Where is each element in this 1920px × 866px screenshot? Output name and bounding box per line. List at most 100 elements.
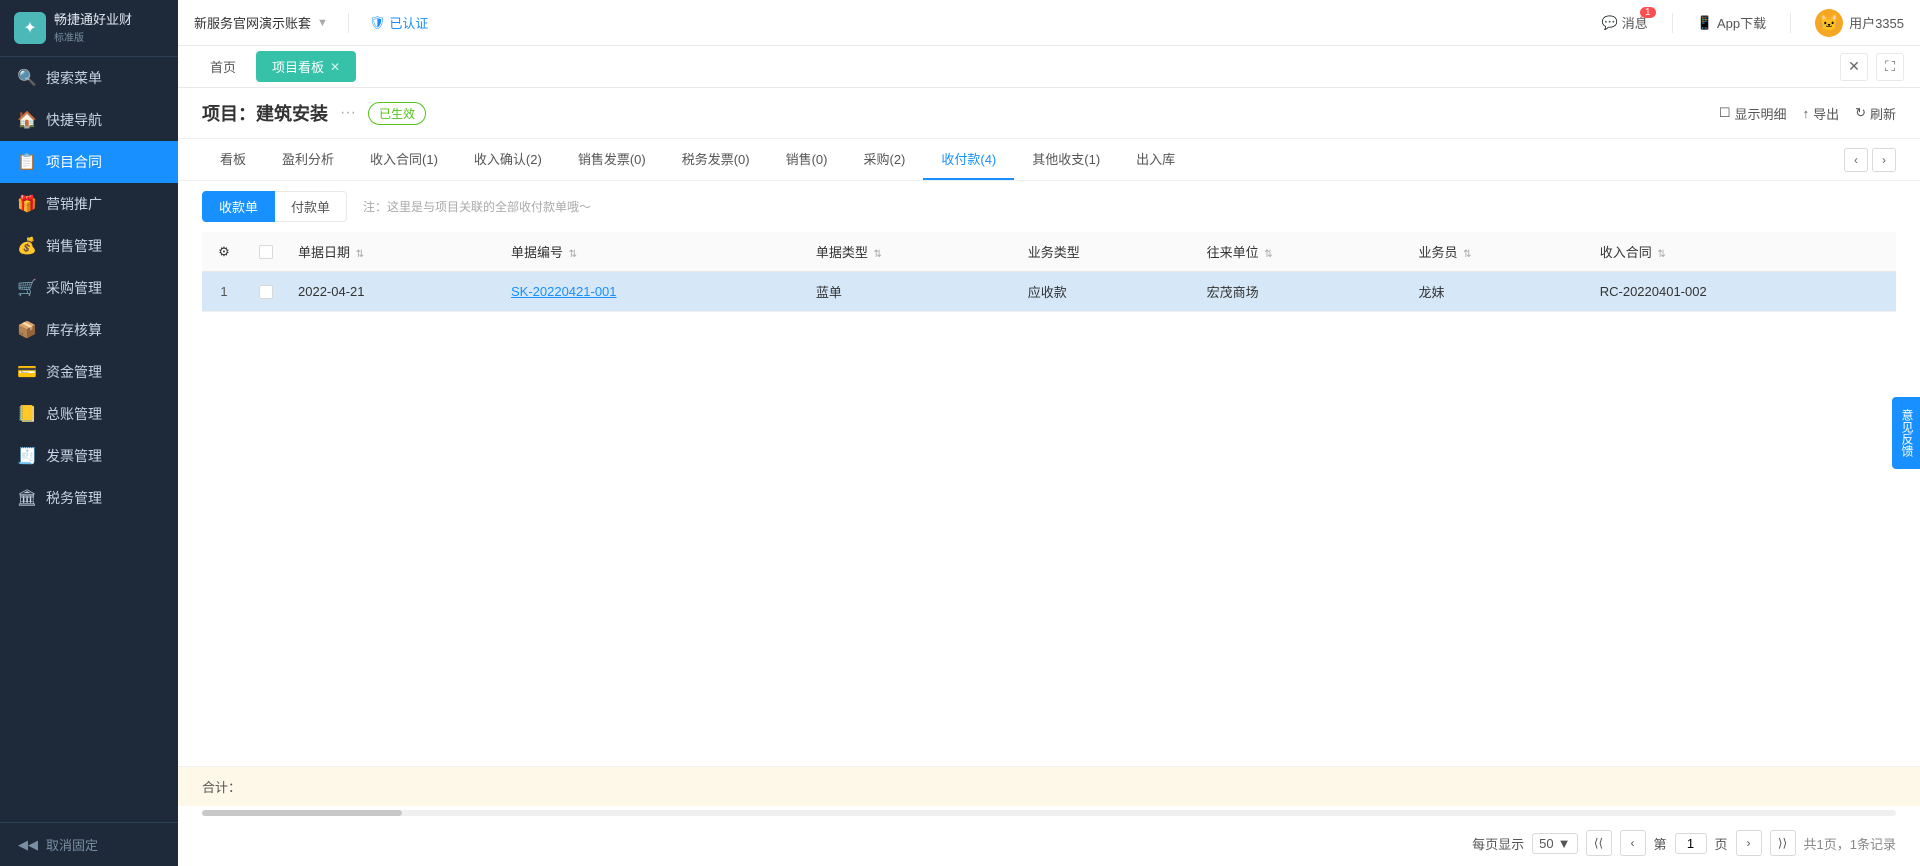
app-logo-icon: ✦: [14, 12, 46, 44]
row-salesman: 龙妹: [1406, 272, 1587, 312]
tab-project-board[interactable]: 项目看板 ✕: [256, 51, 356, 82]
col-company[interactable]: 往来单位 ⇅: [1195, 232, 1407, 272]
tabbar: 首页 项目看板 ✕ ✕ ⛶: [178, 46, 1920, 88]
col-salesman[interactable]: 业务员 ⇅: [1406, 232, 1587, 272]
sidebar-item-sales[interactable]: 💰 销售管理: [0, 225, 178, 267]
account-dropdown-arrow: ▼: [317, 17, 328, 29]
sidebar-footer-unpin[interactable]: ◀◀ 取消固定: [0, 822, 178, 866]
subtab-income-confirm[interactable]: 收入确认(2): [456, 139, 560, 180]
tax-icon: 🏛: [18, 489, 36, 507]
page-first-button[interactable]: ⟨⟨: [1586, 830, 1612, 856]
user-menu[interactable]: 🐱 用户3355: [1815, 9, 1904, 37]
tab-home[interactable]: 首页: [194, 51, 252, 82]
message-badge: 1: [1640, 7, 1656, 18]
project-status-badge: 已生效: [368, 102, 426, 125]
select-all-checkbox[interactable]: [259, 245, 273, 259]
subtab-nav-next[interactable]: ›: [1872, 148, 1896, 172]
sidebar-item-tax[interactable]: 🏛 税务管理: [0, 477, 178, 519]
page-number-input[interactable]: [1675, 833, 1707, 854]
subtab-profit[interactable]: 盈利分析: [264, 139, 352, 180]
table-settings-col[interactable]: ⚙: [202, 232, 246, 272]
horizontal-scrollbar[interactable]: [178, 806, 1920, 820]
certified-badge: 🛡 已认证: [369, 13, 429, 32]
row-biz-type: 应收款: [1016, 272, 1195, 312]
row-checkbox[interactable]: [246, 272, 286, 312]
content-area: 项目：建筑安装 ··· 已生效 ☐ 显示明细 ↑ 导出 ↻ 刷新: [178, 88, 1920, 866]
refresh-button[interactable]: ↻ 刷新: [1855, 104, 1896, 123]
page-size-select[interactable]: 50 ▼: [1532, 833, 1577, 854]
subtab2-receipt[interactable]: 收款单: [202, 191, 275, 222]
sort-type-icon: ⇅: [873, 249, 881, 260]
account-selector[interactable]: 新服务官网演示账套 ▼: [194, 13, 328, 32]
topbar-divider-1: [348, 13, 349, 33]
subtab-kanban[interactable]: 看板: [202, 139, 264, 180]
sidebar-item-inventory[interactable]: 📦 库存核算: [0, 309, 178, 351]
show-detail-checkbox[interactable]: ☐ 显示明细: [1719, 104, 1787, 123]
tabbar-actions: ✕ ⛶: [1840, 53, 1904, 81]
project-more-button[interactable]: ···: [340, 104, 356, 122]
subtab-payment[interactable]: 收付款(4): [923, 139, 1014, 180]
row-select-checkbox[interactable]: [259, 285, 273, 299]
sidebar-item-invoice[interactable]: 🧾 发票管理: [0, 435, 178, 477]
page-next-button[interactable]: ›: [1736, 830, 1762, 856]
subtab-tax-invoice[interactable]: 税务发票(0): [664, 139, 768, 180]
sidebar: ✦ 畅捷通好业财 标准版 🔍 搜索菜单 🏠 快捷导航 📋 项目合同 🎁 营销推广…: [0, 0, 178, 866]
subtab-sales-invoice[interactable]: 销售发票(0): [560, 139, 664, 180]
sort-code-icon: ⇅: [569, 249, 577, 260]
app-download-button[interactable]: 📱 App下载: [1697, 13, 1766, 32]
gift-icon: 🎁: [18, 195, 36, 213]
project-icon: 📋: [18, 153, 36, 171]
shield-icon: 🛡: [369, 15, 386, 31]
subtab-other-income[interactable]: 其他收支(1): [1014, 139, 1118, 180]
export-button[interactable]: ↑ 导出: [1803, 104, 1840, 123]
subtab-purchase[interactable]: 采购(2): [845, 139, 923, 180]
main-area: 新服务官网演示账套 ▼ 🛡 已认证 💬 消息 1 📱 App下载 🐱 用户335…: [178, 0, 1920, 866]
row-num: 1: [202, 272, 246, 312]
project-header: 项目：建筑安装 ··· 已生效 ☐ 显示明细 ↑ 导出 ↻ 刷新: [178, 88, 1920, 139]
scrollbar-thumb[interactable]: [202, 810, 402, 816]
checkbox-icon: ☐: [1719, 105, 1731, 121]
message-button[interactable]: 💬 消息 1: [1602, 13, 1648, 32]
page-size-label: 每页显示: [1472, 834, 1524, 853]
scrollbar-track[interactable]: [202, 810, 1896, 816]
finance-icon: 💳: [18, 363, 36, 381]
sort-contract-icon: ⇅: [1657, 249, 1665, 260]
table-row[interactable]: 1 2022-04-21 SK-20220421-001 蓝单 应收款 宏茂商场…: [202, 272, 1896, 312]
sidebar-item-project-contract[interactable]: 📋 项目合同: [0, 141, 178, 183]
page-prev-button[interactable]: ‹: [1620, 830, 1646, 856]
topbar-divider-3: [1790, 13, 1791, 33]
search-icon: 🔍: [18, 69, 36, 87]
unpin-icon: ◀◀: [18, 837, 38, 853]
table-checkbox-col[interactable]: [246, 232, 286, 272]
topbar-divider-2: [1672, 13, 1673, 33]
export-icon: ↑: [1803, 106, 1810, 121]
col-contract[interactable]: 收入合同 ⇅: [1588, 232, 1896, 272]
col-type[interactable]: 单据类型 ⇅: [804, 232, 1016, 272]
sidebar-item-quick-nav[interactable]: 🏠 快捷导航: [0, 99, 178, 141]
topbar-right: 💬 消息 1 📱 App下载 🐱 用户3355: [1602, 9, 1904, 37]
tab-close-icon[interactable]: ✕: [330, 60, 340, 74]
sidebar-item-finance[interactable]: 💳 资金管理: [0, 351, 178, 393]
sidebar-item-marketing[interactable]: 🎁 营销推广: [0, 183, 178, 225]
subtabs: 看板 盈利分析 收入合同(1) 收入确认(2) 销售发票(0) 税务发票(0) …: [178, 139, 1920, 181]
col-code[interactable]: 单据编号 ⇅: [499, 232, 804, 272]
subtab-inout-stock[interactable]: 出入库: [1118, 139, 1193, 180]
row-code[interactable]: SK-20220421-001: [499, 272, 804, 312]
row-date: 2022-04-21: [286, 272, 499, 312]
sort-salesman-icon: ⇅: [1463, 249, 1471, 260]
data-table: ⚙ 单据日期 ⇅ 单据编号 ⇅ 单据类型: [202, 232, 1896, 312]
close-tab-button[interactable]: ✕: [1840, 53, 1868, 81]
feedback-button[interactable]: 意见反馈: [1892, 397, 1920, 469]
subtabs2-note: 注：这里是与项目关联的全部收付款单哦～: [363, 198, 591, 215]
subtab2-payment[interactable]: 付款单: [275, 191, 347, 222]
ledger-icon: 📒: [18, 405, 36, 423]
col-date[interactable]: 单据日期 ⇅: [286, 232, 499, 272]
sidebar-item-search[interactable]: 🔍 搜索菜单: [0, 57, 178, 99]
sidebar-item-ledger[interactable]: 📒 总账管理: [0, 393, 178, 435]
page-last-button[interactable]: ⟩⟩: [1770, 830, 1796, 856]
expand-tab-button[interactable]: ⛶: [1876, 53, 1904, 81]
sidebar-item-purchase[interactable]: 🛒 采购管理: [0, 267, 178, 309]
subtab-sales[interactable]: 销售(0): [768, 139, 846, 180]
subtab-nav-prev[interactable]: ‹: [1844, 148, 1868, 172]
subtab-income-contract[interactable]: 收入合同(1): [352, 139, 456, 180]
